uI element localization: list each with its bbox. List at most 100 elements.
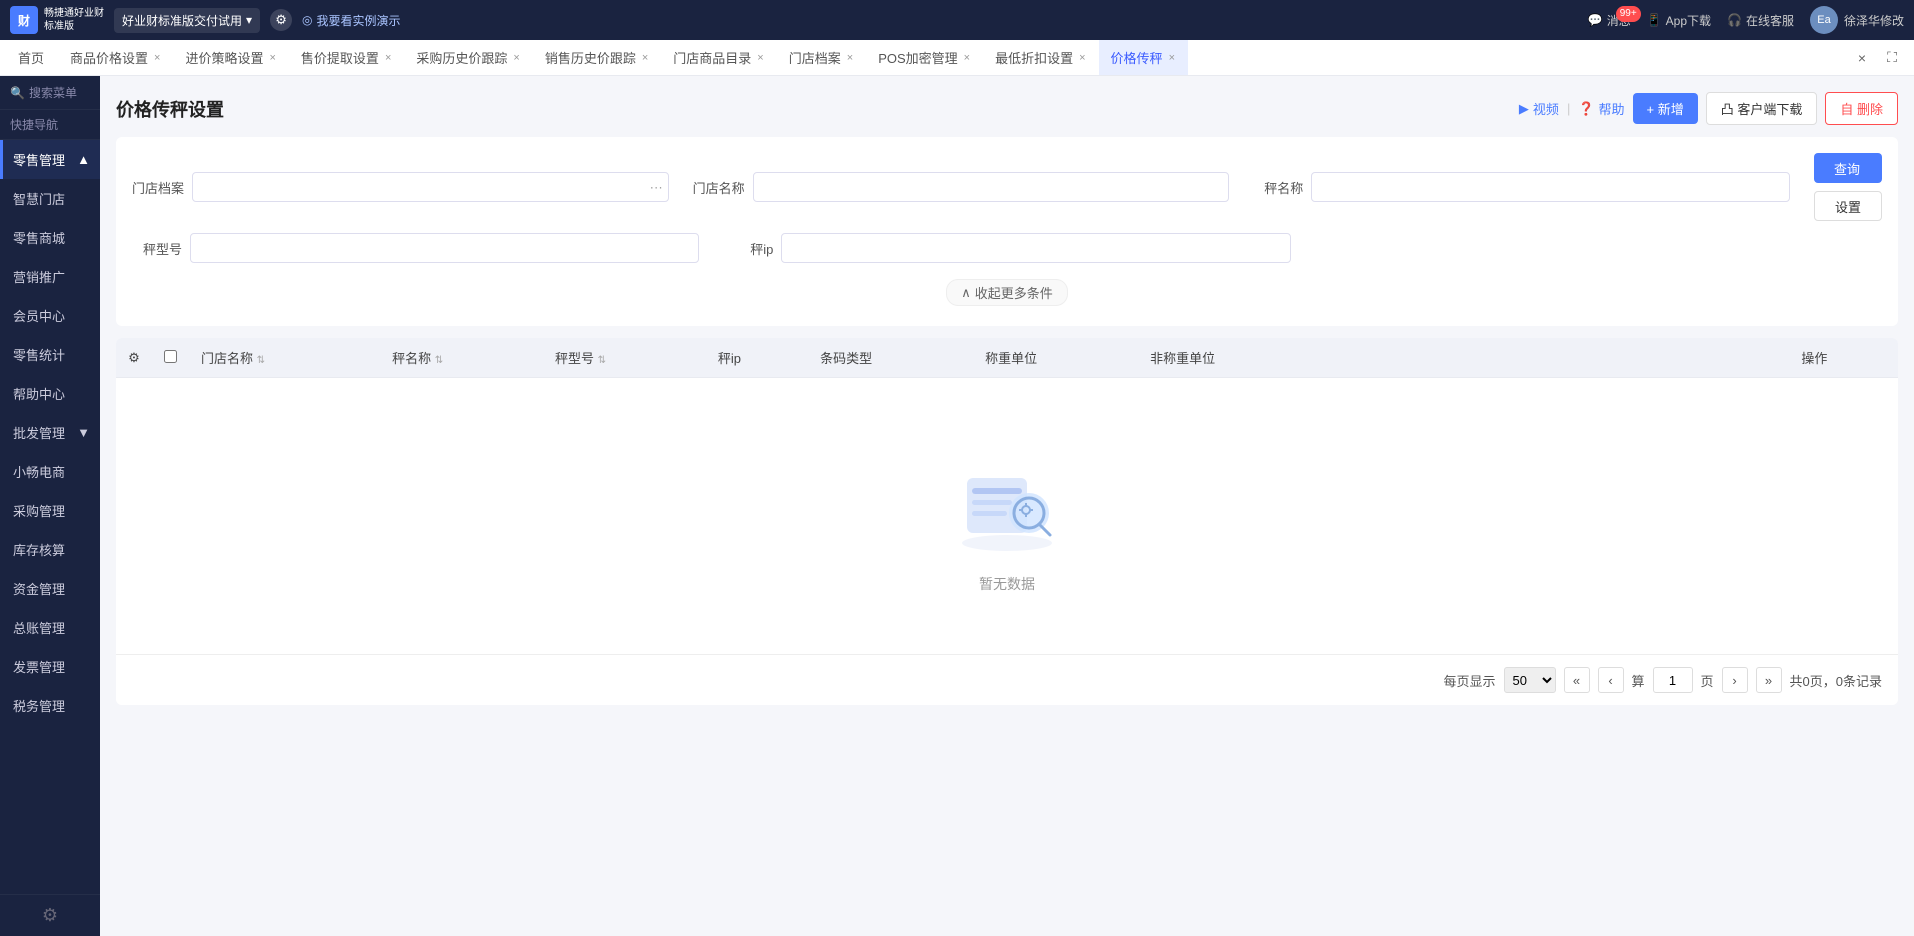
scale-ip-label: 秤ip (723, 239, 773, 258)
select-all-checkbox[interactable] (164, 350, 177, 363)
sidebar-item-retail-mall[interactable]: 零售商城 (0, 218, 100, 257)
sidebar-settings-button[interactable]: ⚙ (42, 905, 58, 926)
th-scale-name-label: 秤名称 (392, 351, 431, 366)
sidebar-item-smart-store[interactable]: 智慧门店 (0, 179, 100, 218)
collapse-button[interactable]: ∧ 收起更多条件 (946, 279, 1068, 306)
tab-product-price-close[interactable]: × (154, 52, 160, 64)
page-title: 价格传秤设置 (116, 96, 224, 122)
th-barcode-type: 条码类型 (808, 338, 973, 378)
per-page-select[interactable]: 50 10 20 100 (1504, 667, 1556, 693)
video-link[interactable]: ▶ 视频 (1519, 99, 1559, 118)
total-info: 共0页，0条记录 (1790, 671, 1882, 690)
sort-store-name-icon[interactable]: ⇅ (257, 355, 265, 366)
app-download-button[interactable]: 📱 App下载 (1647, 12, 1711, 29)
tab-price-scale-close[interactable]: × (1169, 52, 1175, 64)
pagination: 每页显示 50 10 20 100 « ‹ 算 页 › » 共0页，0条记录 (116, 654, 1898, 705)
demo-link[interactable]: ◎ 我要看实例演示 (302, 12, 401, 29)
tab-min-discount-close[interactable]: × (1079, 52, 1085, 64)
sidebar-search[interactable]: 🔍 搜索菜单 (0, 76, 100, 110)
sidebar-item-help[interactable]: 帮助中心 (0, 374, 100, 413)
help-label: 帮助 (1599, 99, 1625, 118)
app-logo: 财 畅捷通好业财 标准版 (10, 6, 104, 34)
add-button[interactable]: + 新增 (1633, 93, 1698, 124)
tab-home[interactable]: 首页 (4, 40, 58, 76)
sidebar-item-tax-label: 税务管理 (13, 696, 65, 715)
next-page-button[interactable]: › (1722, 667, 1748, 693)
query-button[interactable]: 查询 (1814, 153, 1882, 183)
tab-store-profile-label: 门店档案 (789, 48, 841, 67)
tab-maximize-button[interactable]: ⛶ (1880, 46, 1904, 70)
delete-button[interactable]: 自 删除 (1825, 92, 1898, 125)
th-non-weight-unit-label: 非称重单位 (1150, 351, 1215, 366)
download-button[interactable]: 凸 客户端下载 (1706, 92, 1818, 125)
scale-model-input[interactable] (190, 233, 699, 263)
sidebar-item-finance-label: 资金管理 (13, 579, 65, 598)
tab-close-all-button[interactable]: × (1850, 46, 1874, 70)
tab-store-profile[interactable]: 门店档案 × (777, 40, 866, 76)
message-button[interactable]: 💬 消息 99+ (1588, 12, 1631, 29)
sidebar-item-finance[interactable]: 资金管理 (0, 569, 100, 608)
tab-min-discount[interactable]: 最低折扣设置 × (983, 40, 1098, 76)
tab-store-catalog-label: 门店商品目录 (673, 48, 751, 67)
sidebar-item-inventory-label: 库存核算 (13, 540, 65, 559)
service-label: 在线客服 (1746, 12, 1794, 29)
sidebar-item-ledger[interactable]: 总账管理 (0, 608, 100, 647)
current-page-input[interactable] (1653, 667, 1693, 693)
tab-purchase-history-close[interactable]: × (513, 52, 519, 64)
sidebar-item-member[interactable]: 会员中心 (0, 296, 100, 335)
tab-product-price[interactable]: 商品价格设置 × (58, 40, 173, 76)
tab-sales-history-close[interactable]: × (642, 52, 648, 64)
divider-1: | (1567, 101, 1570, 116)
tab-price-scale[interactable]: 价格传秤 × (1099, 40, 1188, 76)
sidebar-item-ecommerce[interactable]: 小畅电商 (0, 452, 100, 491)
sort-scale-model-icon[interactable]: ⇅ (598, 355, 606, 366)
scale-ip-input[interactable] (781, 233, 1290, 263)
demo-icon: ◎ (302, 13, 312, 27)
demo-label: 我要看实例演示 (317, 12, 401, 29)
sidebar-item-wholesale[interactable]: 批发管理 ▼ (0, 413, 100, 452)
table-header-row: ⚙ 门店名称 ⇅ 秤名称 ⇅ 秤型号 (116, 338, 1898, 378)
tab-purchase-strategy-close[interactable]: × (269, 52, 275, 64)
sidebar-item-purchase[interactable]: 采购管理 (0, 491, 100, 530)
tab-purchase-history[interactable]: 采购历史价跟踪 × (404, 40, 532, 76)
sidebar-item-retail-label: 零售管理 (13, 150, 65, 169)
settings-form-button[interactable]: 设置 (1814, 191, 1882, 221)
version-dropdown[interactable]: 好业财标准版交付试用 ▾ (114, 8, 260, 33)
tab-purchase-strategy[interactable]: 进价策略设置 × (173, 40, 288, 76)
sidebar-item-retail-management[interactable]: 零售管理 ▲ (0, 140, 100, 179)
last-page-button[interactable]: » (1756, 667, 1782, 693)
tab-store-profile-close[interactable]: × (847, 52, 853, 64)
user-profile[interactable]: Ea 徐泽华修改 (1810, 6, 1904, 34)
th-scale-model-label: 秤型号 (555, 351, 594, 366)
sidebar-item-wholesale-label: 批发管理 (13, 423, 65, 442)
tab-sales-history[interactable]: 销售历史价跟踪 × (533, 40, 661, 76)
tab-store-catalog[interactable]: 门店商品目录 × (661, 40, 776, 76)
sidebar-item-invoice[interactable]: 发票管理 (0, 647, 100, 686)
sidebar-item-retail-stats[interactable]: 零售统计 (0, 335, 100, 374)
store-profile-input[interactable] (192, 172, 669, 202)
tab-sale-price-close[interactable]: × (385, 52, 391, 64)
service-icon: 🎧 (1727, 13, 1742, 27)
sidebar-item-purchase-label: 采购管理 (13, 501, 65, 520)
sidebar-item-marketing[interactable]: 营销推广 (0, 257, 100, 296)
store-name-input[interactable] (753, 172, 1230, 202)
tab-sale-price[interactable]: 售价提取设置 × (289, 40, 404, 76)
sort-scale-name-icon[interactable]: ⇅ (435, 355, 443, 366)
sidebar-quick-nav[interactable]: 快捷导航 (0, 110, 100, 140)
help-link[interactable]: ❓ 帮助 (1578, 99, 1624, 118)
store-profile-more-icon[interactable]: ··· (650, 180, 663, 195)
tab-pos-encrypt-close[interactable]: × (964, 52, 970, 64)
service-button[interactable]: 🎧 在线客服 (1727, 12, 1794, 29)
sidebar-item-inventory[interactable]: 库存核算 (0, 530, 100, 569)
search-icon: 🔍 (10, 86, 25, 100)
topbar-settings-button[interactable]: ⚙ (270, 9, 292, 31)
first-page-button[interactable]: « (1564, 667, 1590, 693)
th-settings[interactable]: ⚙ (116, 338, 152, 378)
tab-store-catalog-close[interactable]: × (757, 52, 763, 64)
th-scale-name: 秤名称 ⇅ (380, 338, 543, 378)
sidebar-item-tax[interactable]: 税务管理 (0, 686, 100, 725)
prev-page-button[interactable]: ‹ (1598, 667, 1624, 693)
tab-pos-encrypt[interactable]: POS加密管理 × (866, 40, 983, 76)
th-checkbox[interactable] (152, 338, 189, 378)
scale-name-input[interactable] (1311, 172, 1790, 202)
